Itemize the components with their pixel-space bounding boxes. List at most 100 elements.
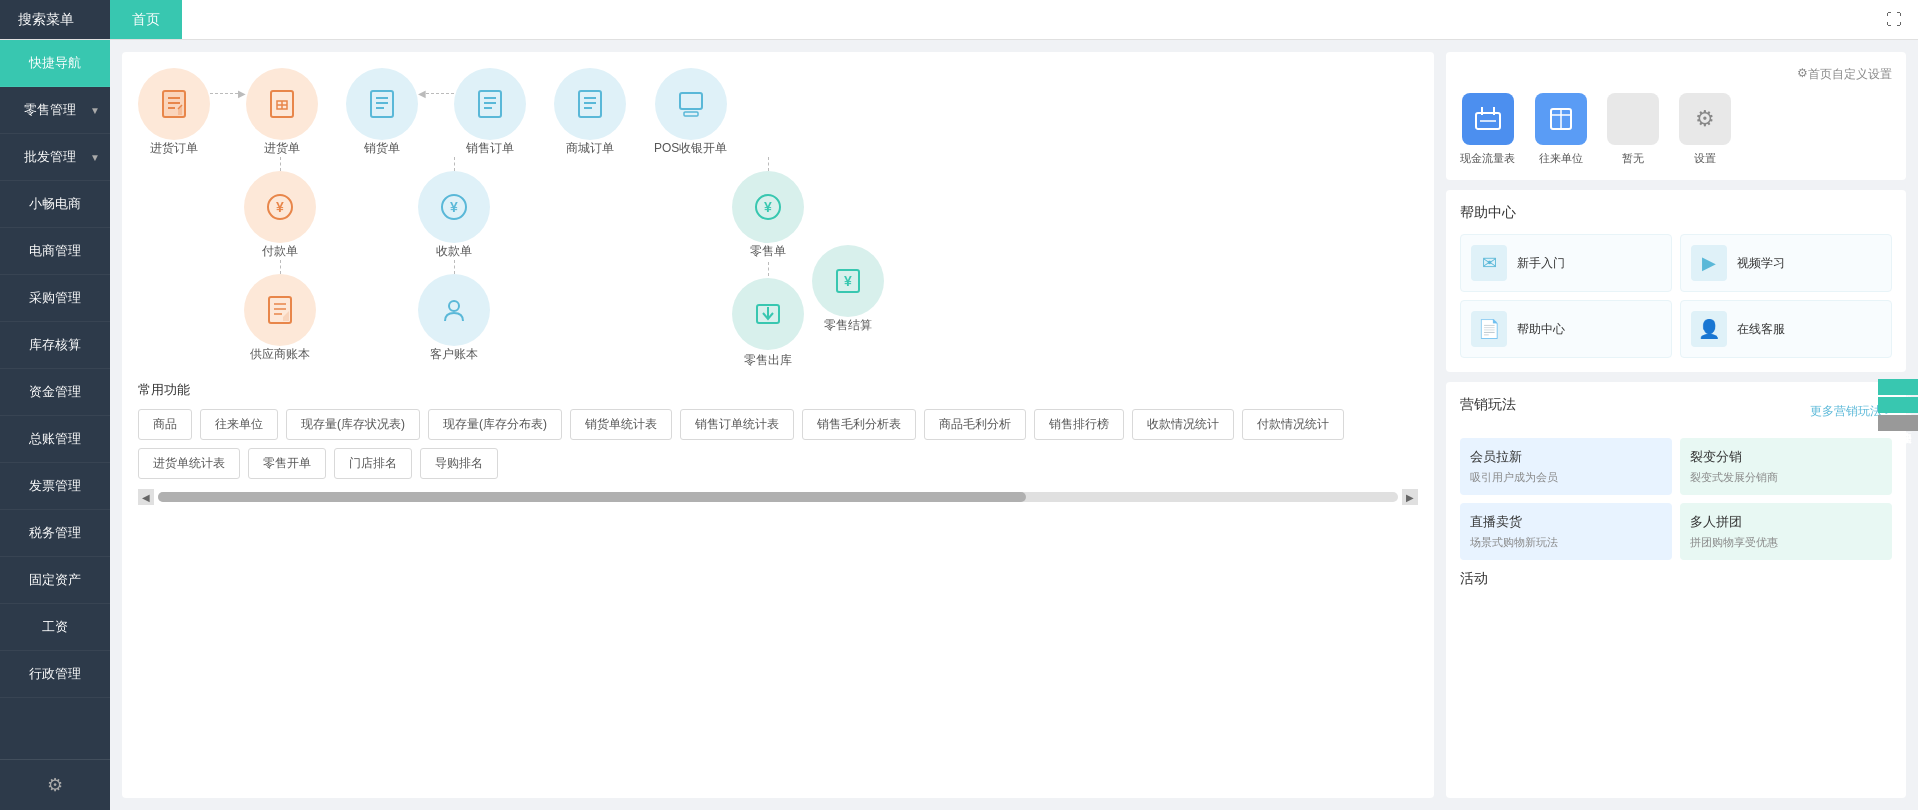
node-sc-icon — [554, 68, 626, 140]
node-fk-icon[interactable]: ¥ — [244, 171, 316, 243]
node-sc[interactable]: 商城订单 — [554, 68, 626, 157]
sidebar-settings-button[interactable]: ⚙ — [0, 759, 110, 810]
marketing-live-desc: 场景式购物新玩法 — [1470, 535, 1662, 550]
sidebar-item-ecom-mgmt-label: 电商管理 — [10, 242, 100, 260]
float-btn-community[interactable]: 服务社区 — [1878, 397, 1918, 413]
scroll-right[interactable]: ▶ — [1402, 489, 1418, 505]
func-btn-7[interactable]: 商品毛利分析 — [924, 409, 1026, 440]
svg-text:¥: ¥ — [450, 199, 458, 215]
sidebar-retail-arrow: ▼ — [90, 105, 100, 116]
fullscreen-button[interactable]: ⛶ — [1882, 8, 1906, 32]
marketing-item-live[interactable]: 直播卖货 场景式购物新玩法 — [1460, 503, 1672, 560]
node-fk-label: 付款单 — [262, 243, 298, 260]
sidebar-item-purchase[interactable]: 采购管理 — [0, 275, 110, 322]
quick-access-header[interactable]: ⚙ 首页自定义设置 — [1460, 66, 1892, 83]
node-xh[interactable]: 销货单 — [346, 68, 418, 157]
func-btn-2[interactable]: 现存量(库存状况表) — [286, 409, 420, 440]
quick-icon-empty-label: 暂无 — [1622, 151, 1644, 166]
func-btn-4[interactable]: 销货单统计表 — [570, 409, 672, 440]
func-btn-10[interactable]: 付款情况统计 — [1242, 409, 1344, 440]
marketing-member-desc: 吸引用户成为会员 — [1470, 470, 1662, 485]
help-service-icon: 👤 — [1691, 311, 1727, 347]
node-kh-label: 客户账本 — [430, 346, 478, 363]
svg-rect-22 — [684, 97, 698, 105]
node-gys-icon[interactable] — [244, 274, 316, 346]
sidebar-item-ledger[interactable]: 总账管理 — [0, 416, 110, 463]
node-pos-icon — [655, 68, 727, 140]
node-lsd-icon[interactable]: ¥ — [732, 171, 804, 243]
scroll-track[interactable] — [158, 492, 1398, 502]
node-lsck-icon[interactable] — [732, 278, 804, 350]
func-btn-9[interactable]: 收款情况统计 — [1132, 409, 1234, 440]
func-btn-8[interactable]: 销售排行榜 — [1034, 409, 1124, 440]
node-pos[interactable]: POS收银开单 — [654, 68, 727, 157]
sidebar-item-quick-nav-label: 快捷导航 — [10, 54, 100, 72]
func-btn-1[interactable]: 往来单位 — [200, 409, 278, 440]
search-menu-button[interactable]: 搜索菜单 — [0, 0, 110, 39]
main-panel: 进货订单 ▶ — [122, 52, 1434, 798]
node-xsd-label: 销售订单 — [466, 140, 514, 157]
node-jhdorder[interactable]: 进货订单 — [138, 68, 210, 157]
help-item-docs[interactable]: 📄 帮助中心 — [1460, 300, 1672, 358]
sidebar-item-invoice[interactable]: 发票管理 — [0, 463, 110, 510]
marketing-item-member[interactable]: 会员拉新 吸引用户成为会员 — [1460, 438, 1672, 495]
node-pos-label: POS收银开单 — [654, 140, 727, 157]
sidebar-item-retail[interactable]: 零售管理 ▼ — [0, 87, 110, 134]
help-docs-icon: 📄 — [1471, 311, 1507, 347]
scroll-left[interactable]: ◀ — [138, 489, 154, 505]
quick-icon-settings-label: 设置 — [1694, 151, 1716, 166]
marketing-fission-title: 裂变分销 — [1690, 448, 1882, 466]
sidebar-item-ecom-xc-label: 小畅电商 — [10, 195, 100, 213]
marketing-grid: 会员拉新 吸引用户成为会员 裂变分销 裂变式发展分销商 直播卖货 场景式购物新玩… — [1460, 438, 1892, 560]
func-btn-6[interactable]: 销售毛利分析表 — [802, 409, 916, 440]
sidebar-item-quick-nav[interactable]: 快捷导航 — [0, 40, 110, 87]
home-settings-label: 首页自定义设置 — [1808, 66, 1892, 83]
node-lsjs-label: 零售结算 — [824, 317, 872, 334]
func-btn-11[interactable]: 进货单统计表 — [138, 448, 240, 479]
sidebar-item-admin[interactable]: 行政管理 — [0, 651, 110, 698]
help-item-beginner[interactable]: ✉ 新手入门 — [1460, 234, 1672, 292]
func-btn-5[interactable]: 销售订单统计表 — [680, 409, 794, 440]
node-sk-icon[interactable]: ¥ — [418, 171, 490, 243]
sidebar-item-salary[interactable]: 工资 — [0, 604, 110, 651]
sidebar-item-fixed-assets[interactable]: 固定资产 — [0, 557, 110, 604]
marketing-panel: 营销玩法 更多营销玩法 > 会员拉新 吸引用户成为会员 裂变分销 裂变式发展分销… — [1446, 382, 1906, 798]
sidebar-item-wholesale[interactable]: 批发管理 ▼ — [0, 134, 110, 181]
func-btn-3[interactable]: 现存量(库存分布表) — [428, 409, 562, 440]
sidebar-item-finance[interactable]: 资金管理 — [0, 369, 110, 416]
func-btn-14[interactable]: 导购排名 — [420, 448, 498, 479]
node-lsjs-icon[interactable]: ¥ — [812, 245, 884, 317]
node-kh-icon[interactable] — [418, 274, 490, 346]
tab-home[interactable]: 首页 — [110, 0, 182, 39]
float-btn-service[interactable]: 客服热线 — [1878, 379, 1918, 395]
help-item-service[interactable]: 👤 在线客服 — [1680, 300, 1892, 358]
node-jh-icon — [246, 68, 318, 140]
sidebar-item-purchase-label: 采购管理 — [10, 289, 100, 307]
sidebar-item-ecom-mgmt[interactable]: 电商管理 — [0, 228, 110, 275]
quick-icon-settings[interactable]: ⚙ 设置 — [1679, 93, 1731, 166]
node-xsd[interactable]: 销售订单 — [454, 68, 526, 157]
marketing-item-group[interactable]: 多人拼团 拼团购物享受优惠 — [1680, 503, 1892, 560]
quick-icon-empty[interactable]: 暂无 — [1607, 93, 1659, 166]
node-xsd-icon — [454, 68, 526, 140]
sidebar-item-ledger-label: 总账管理 — [10, 430, 100, 448]
func-btn-0[interactable]: 商品 — [138, 409, 192, 440]
quick-icon-cashflow[interactable]: 现金流量表 — [1460, 93, 1515, 166]
func-btn-12[interactable]: 零售开单 — [248, 448, 326, 479]
node-gys-label: 供应商账本 — [250, 346, 310, 363]
sidebar-item-tax[interactable]: 税务管理 — [0, 510, 110, 557]
sidebar-item-inventory[interactable]: 库存核算 — [0, 322, 110, 369]
help-item-video[interactable]: ▶ 视频学习 — [1680, 234, 1892, 292]
fullscreen-icon: ⛶ — [1886, 11, 1902, 29]
func-btn-13[interactable]: 门店排名 — [334, 448, 412, 479]
quick-icon-partner[interactable]: 往来单位 — [1535, 93, 1587, 166]
float-btn-desktop[interactable]: 桌面快捷 — [1878, 415, 1918, 431]
sidebar-item-ecom-xc[interactable]: 小畅电商 — [0, 181, 110, 228]
marketing-item-fission[interactable]: 裂变分销 裂变式发展分销商 — [1680, 438, 1892, 495]
help-grid: ✉ 新手入门 ▶ 视频学习 📄 帮助中心 👤 在线客服 — [1460, 234, 1892, 358]
top-bar: 搜索菜单 首页 ⛶ — [0, 0, 1918, 40]
settings-icon-bg: ⚙ — [1679, 93, 1731, 145]
node-jh[interactable]: 进货单 — [246, 68, 318, 157]
gear-icon: ⚙ — [1797, 66, 1808, 83]
help-service-label: 在线客服 — [1737, 321, 1785, 338]
